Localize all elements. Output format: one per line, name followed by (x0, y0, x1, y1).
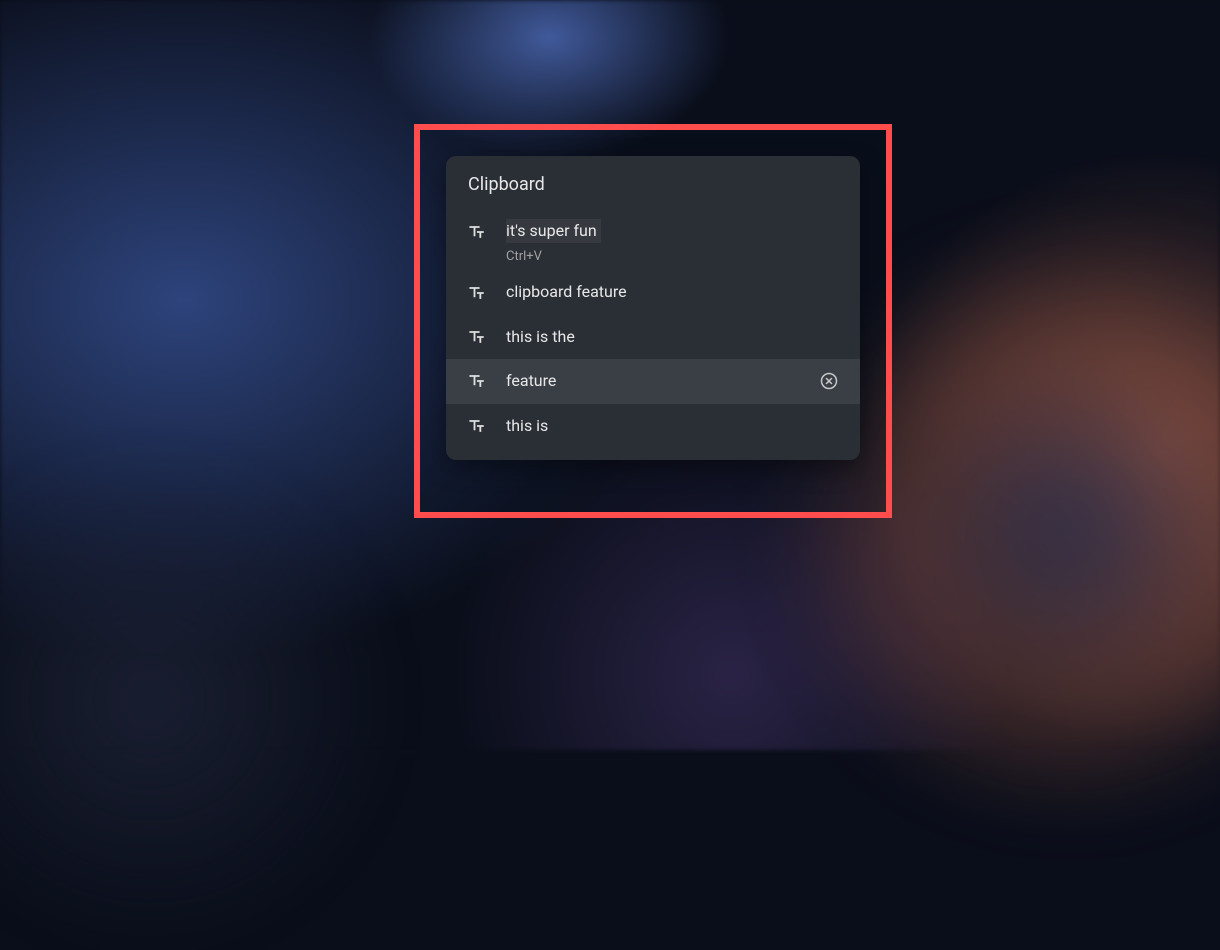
clipboard-item-text: feature (506, 370, 556, 392)
clipboard-item-text: this is the (506, 326, 575, 348)
clipboard-item[interactable]: clipboard feature (446, 270, 860, 314)
annotation-highlight: Clipboard it's super fun Ctrl+V clipboar… (414, 124, 892, 518)
text-icon (466, 326, 488, 348)
text-icon (466, 415, 488, 437)
text-icon (466, 282, 488, 304)
clipboard-panel: Clipboard it's super fun Ctrl+V clipboar… (446, 156, 860, 460)
clipboard-item[interactable]: this is the (446, 315, 860, 359)
clipboard-item[interactable]: this is (446, 404, 860, 448)
clipboard-item-text: clipboard feature (506, 281, 627, 303)
text-icon (466, 370, 488, 392)
clipboard-item[interactable]: feature (446, 359, 860, 403)
delete-clipboard-item-button[interactable] (818, 370, 840, 392)
text-icon (466, 221, 488, 243)
clipboard-item[interactable]: it's super fun Ctrl+V (446, 211, 860, 270)
clipboard-item-text: it's super fun (506, 219, 601, 243)
panel-title: Clipboard (446, 156, 860, 211)
clipboard-item-shortcut: Ctrl+V (506, 249, 840, 264)
clipboard-item-content: it's super fun Ctrl+V (506, 219, 840, 264)
clipboard-item-text: this is (506, 415, 548, 437)
